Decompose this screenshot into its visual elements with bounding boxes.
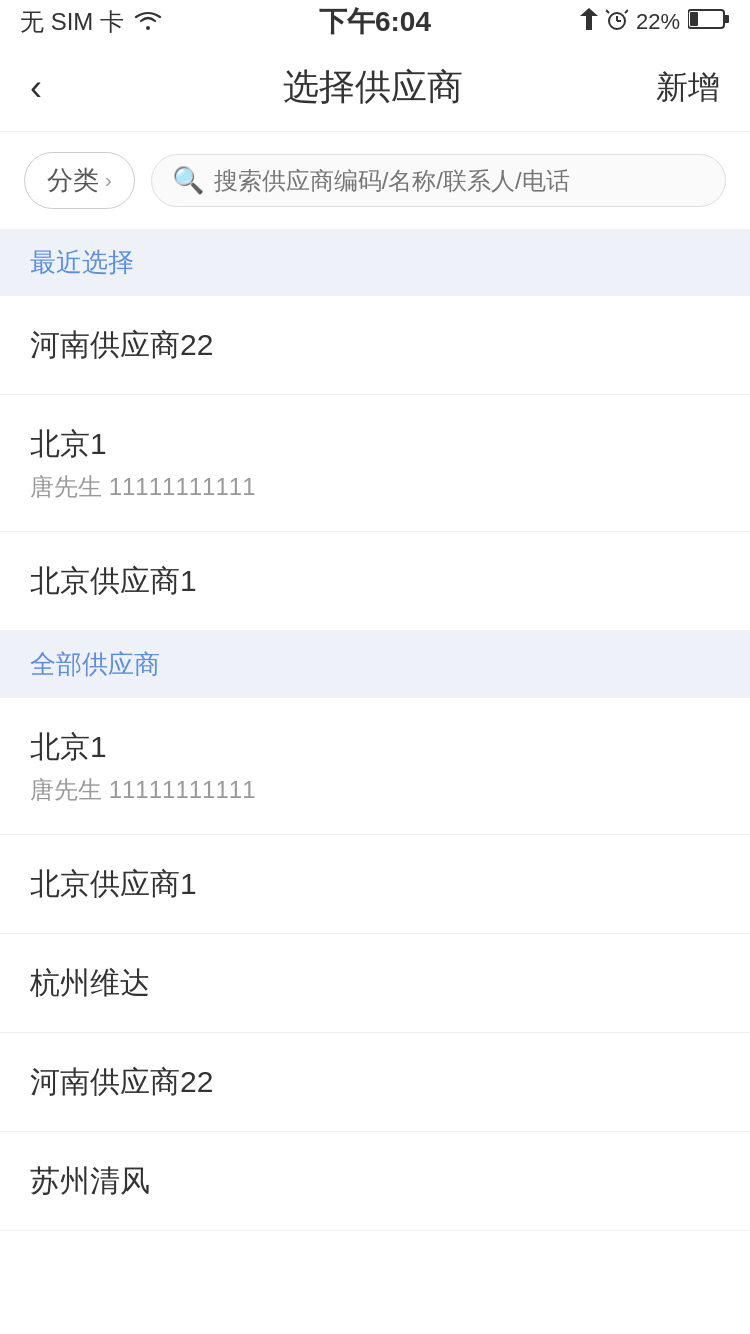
list-item[interactable]: 北京1 唐先生 11111111111 (0, 395, 750, 532)
list-item[interactable]: 河南供应商22 (0, 1033, 750, 1132)
section-header-all: 全部供应商 (0, 631, 750, 698)
nav-bar: ‹ 选择供应商 新增 (0, 44, 750, 132)
supplier-name: 北京供应商1 (30, 560, 720, 602)
filter-bar: 分类 › 🔍 (0, 132, 750, 229)
add-button[interactable]: 新增 (656, 66, 720, 110)
category-filter-button[interactable]: 分类 › (24, 152, 135, 209)
supplier-contact: 唐先生 11111111111 (30, 774, 720, 806)
supplier-name: 北京1 (30, 726, 720, 768)
supplier-name: 河南供应商22 (30, 324, 720, 366)
carrier-label: 无 SIM 卡 (20, 6, 124, 38)
list-item[interactable]: 河南供应商22 (0, 296, 750, 395)
supplier-name: 苏州清风 (30, 1160, 720, 1202)
list-item[interactable]: 杭州维达 (0, 934, 750, 1033)
search-box[interactable]: 🔍 (151, 154, 726, 207)
list-item[interactable]: 北京1 唐先生 11111111111 (0, 698, 750, 835)
search-input[interactable] (214, 167, 705, 195)
supplier-name: 河南供应商22 (30, 1061, 720, 1103)
supplier-name: 杭州维达 (30, 962, 720, 1004)
svg-rect-4 (724, 15, 729, 23)
page-title: 选择供应商 (283, 63, 463, 112)
section-header-recent: 最近选择 (0, 229, 750, 296)
sections-container: 最近选择河南供应商22 北京1 唐先生 11111111111 北京供应商1 全部供应商… (0, 229, 750, 1231)
status-time: 下午6:04 (319, 3, 431, 41)
status-right: 22% (580, 8, 730, 36)
list-item[interactable]: 北京供应商1 (0, 532, 750, 631)
battery-icon (688, 8, 730, 36)
list-item[interactable]: 苏州清风 (0, 1132, 750, 1231)
alarm-icon (606, 8, 628, 36)
battery-label: 22% (636, 9, 680, 35)
svg-rect-5 (690, 12, 698, 26)
category-label: 分类 (47, 163, 99, 198)
supplier-name: 北京1 (30, 423, 720, 465)
wifi-icon (134, 8, 162, 36)
status-left: 无 SIM 卡 (20, 6, 162, 38)
supplier-contact: 唐先生 11111111111 (30, 471, 720, 503)
supplier-name: 北京供应商1 (30, 863, 720, 905)
back-button[interactable]: ‹ (30, 67, 90, 109)
location-icon (580, 8, 598, 36)
list-item[interactable]: 北京供应商1 (0, 835, 750, 934)
status-bar: 无 SIM 卡 下午6:04 22% (0, 0, 750, 44)
search-icon: 🔍 (172, 165, 204, 196)
chevron-right-icon: › (105, 169, 112, 192)
